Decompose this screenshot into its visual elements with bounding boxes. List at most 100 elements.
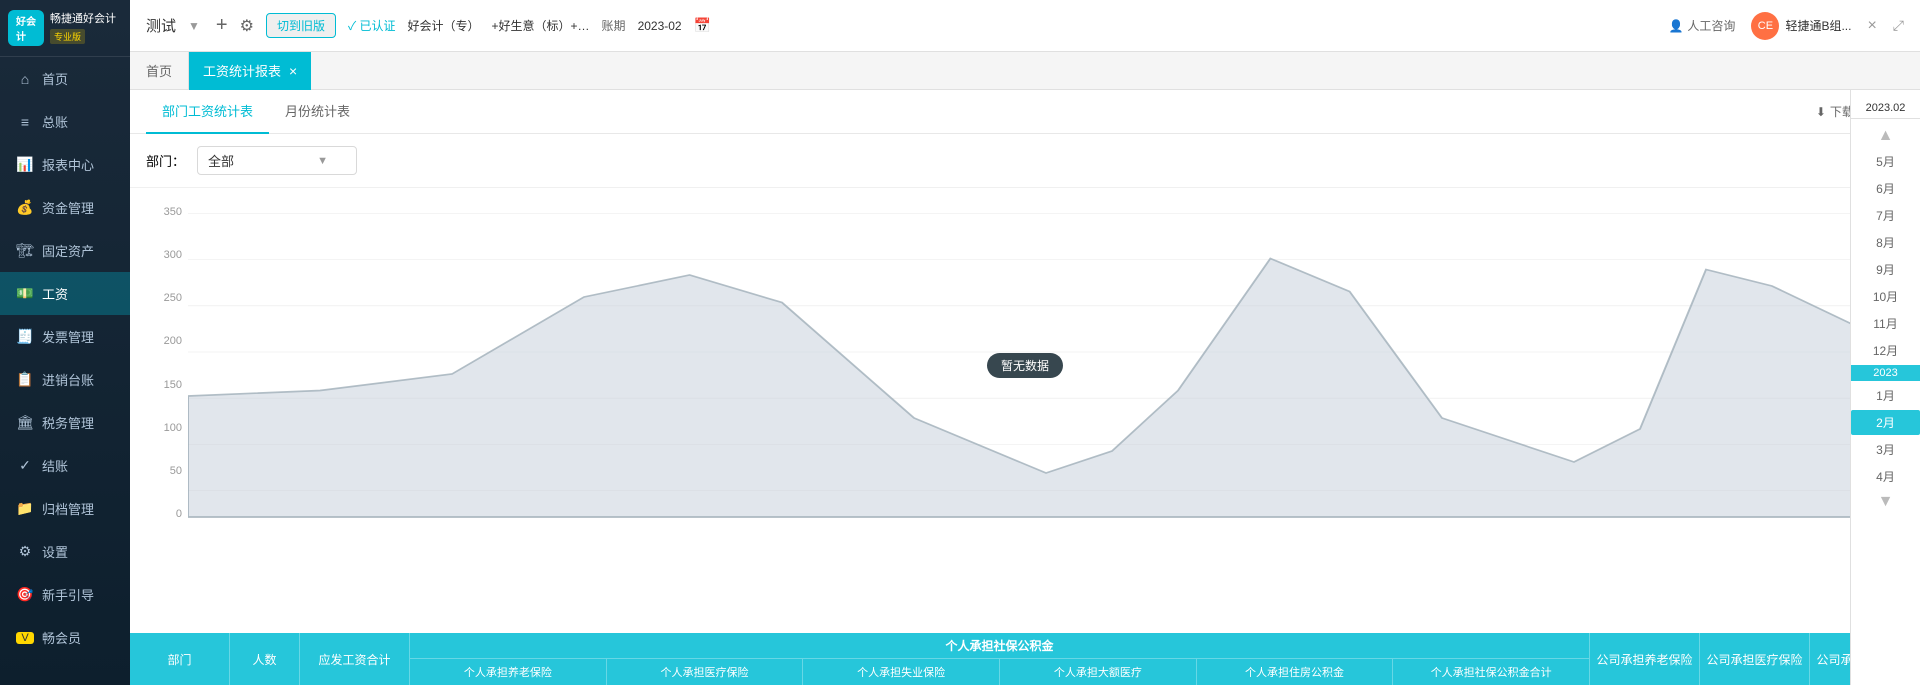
sidebar-item-capital[interactable]: 💰 资金管理 <box>0 186 130 229</box>
sidebar-label-invoice: 发票管理 <box>42 327 94 346</box>
biz-type: +好生意（标）+… <box>492 17 590 34</box>
th-group-personal-label: 个人承担社保公积金 <box>410 633 1590 659</box>
add-btn[interactable]: + <box>216 14 228 37</box>
sidebar-label-guide: 新手引导 <box>42 585 94 604</box>
sidebar-item-close[interactable]: ✓ 结账 <box>0 444 130 487</box>
avatar-initials: CE <box>1758 20 1773 32</box>
minimize-btn[interactable]: × <box>1867 17 1876 35</box>
sidebar-label-archive: 归档管理 <box>42 499 94 518</box>
dept-select[interactable]: 全部 ▼ <box>197 146 357 175</box>
table-footer: 部门 人数 应发工资合计 个人承担社保公积金 个人承担养老保险 个人承担医疗保险… <box>130 633 1920 685</box>
chart-container: 350 300 250 200 150 100 50 0 <box>146 198 1904 528</box>
sidebar-item-assets[interactable]: 🏗 固定资产 <box>0 229 130 272</box>
app-name: 畅捷通好会计 <box>50 12 116 27</box>
th-personal-pension: 个人承担养老保险 <box>410 659 607 685</box>
user-name: 轻捷通B组... <box>1785 17 1851 34</box>
month-jan-2023[interactable]: 1月 <box>1851 383 1920 408</box>
y-label-0: 0 <box>146 508 188 520</box>
tab-salary-report[interactable]: 工资统计报表 × <box>189 52 311 90</box>
tax-icon: 🏛 <box>16 414 34 431</box>
help-icon: 👤 <box>1668 19 1683 33</box>
logo-icon: 好会计 <box>8 10 44 46</box>
month-nov[interactable]: 11月 <box>1851 311 1920 336</box>
home-icon: ⌂ <box>16 71 34 87</box>
month-may[interactable]: 5月 <box>1851 149 1920 174</box>
sidebar-label-ledger: 总账 <box>42 112 68 131</box>
settings-gear-icon[interactable]: ⚙ <box>240 16 254 36</box>
guide-icon: 🎯 <box>16 586 34 603</box>
tab-home[interactable]: 首页 <box>130 52 189 90</box>
sidebar-label-capital: 资金管理 <box>42 198 94 217</box>
sidebar-label-tax: 税务管理 <box>42 413 94 432</box>
dept-select-value: 全部 <box>208 151 234 170</box>
avatar: CE <box>1751 12 1779 40</box>
y-label-50: 50 <box>146 465 188 477</box>
old-version-button[interactable]: 切到旧版 <box>266 13 336 38</box>
month-sep[interactable]: 9月 <box>1851 257 1920 282</box>
sidebar-item-sales[interactable]: 📋 进销台账 <box>0 358 130 401</box>
download-button[interactable]: ⬇ 下载 <box>1816 103 1854 120</box>
reports-icon: 📊 <box>16 156 34 173</box>
account-type: 好会计（专） <box>408 17 480 34</box>
sidebar-item-home[interactable]: ⌂ 首页 <box>0 57 130 100</box>
sidebar-label-assets: 固定资产 <box>42 241 94 260</box>
sidebar-item-member[interactable]: V 畅会员 <box>0 616 130 659</box>
member-icon: V <box>16 632 34 644</box>
sales-icon: 📋 <box>16 371 34 388</box>
sidebar-label-reports: 报表中心 <box>42 155 94 174</box>
capital-icon: 💰 <box>16 199 34 216</box>
user-menu[interactable]: CE 轻捷通B组... <box>1751 12 1851 40</box>
th-group-personal: 个人承担社保公积金 个人承担养老保险 个人承担医疗保险 个人承担失业保险 个人承… <box>410 633 1590 685</box>
y-label-350: 350 <box>146 206 188 218</box>
invoice-icon: 🧾 <box>16 328 34 345</box>
sidebar-label-salary: 工资 <box>42 284 68 303</box>
close-period-icon: ✓ <box>16 457 34 474</box>
th-personal-unemployment: 个人承担失业保险 <box>803 659 1000 685</box>
month-jul[interactable]: 7月 <box>1851 203 1920 228</box>
salary-icon: 💵 <box>16 285 34 302</box>
month-feb-2023[interactable]: 2月 <box>1851 410 1920 435</box>
help-button[interactable]: 👤 人工咨询 <box>1668 17 1735 34</box>
assets-icon: 🏗 <box>16 242 34 259</box>
sidebar-item-archive[interactable]: 📁 归档管理 <box>0 487 130 530</box>
sidebar-item-ledger[interactable]: ≡ 总账 <box>0 100 130 143</box>
nav-down-icon[interactable]: ▼ <box>1876 491 1896 513</box>
filter-row: 部门： 全部 ▼ <box>130 134 1920 188</box>
certified-badge: ✓ 已认证 <box>348 17 396 34</box>
chart-area: 350 300 250 200 150 100 50 0 <box>130 198 1920 568</box>
calendar-icon[interactable]: 📅 <box>694 17 711 34</box>
right-panel: 2023.02 ▲ 5月 6月 7月 8月 9月 10月 11月 12月 202… <box>1850 90 1920 685</box>
sidebar-item-guide[interactable]: 🎯 新手引导 <box>0 573 130 616</box>
month-dec[interactable]: 12月 <box>1851 338 1920 363</box>
sub-tab-monthly[interactable]: 月份统计表 <box>269 90 366 134</box>
sidebar-item-settings[interactable]: ⚙ 设置 <box>0 530 130 573</box>
month-aug[interactable]: 8月 <box>1851 230 1920 255</box>
sidebar: 好会计 畅捷通好会计 专业版 ⌂ 首页 ≡ 总账 📊 报表中心 💰 资金管理 🏗… <box>0 0 130 685</box>
sidebar-item-tax[interactable]: 🏛 税务管理 <box>0 401 130 444</box>
chart-tooltip: 暂无数据 <box>987 353 1063 378</box>
sub-tab-monthly-label: 月份统计表 <box>285 101 350 120</box>
month-jun[interactable]: 6月 <box>1851 176 1920 201</box>
sidebar-item-salary[interactable]: 💵 工资 <box>0 272 130 315</box>
month-apr-2023[interactable]: 4月 <box>1851 464 1920 489</box>
year-2023[interactable]: 2023 <box>1851 365 1920 381</box>
nav-up-icon[interactable]: ▲ <box>1876 125 1896 147</box>
maximize-btn[interactable]: ⤢ <box>1893 17 1904 34</box>
th-dept: 部门 <box>130 633 230 685</box>
sidebar-item-invoice[interactable]: 🧾 发票管理 <box>0 315 130 358</box>
right-panel-date: 2023.02 <box>1851 98 1920 119</box>
sidebar-label-settings: 设置 <box>42 542 68 561</box>
sidebar-item-reports[interactable]: 📊 报表中心 <box>0 143 130 186</box>
month-mar-2023[interactable]: 3月 <box>1851 437 1920 462</box>
tab-close-icon[interactable]: × <box>289 63 297 79</box>
project-dropdown-icon[interactable]: ▼ <box>188 19 200 33</box>
y-label-250: 250 <box>146 292 188 304</box>
th-total-salary: 应发工资合计 <box>300 633 410 685</box>
sidebar-label-home: 首页 <box>42 69 68 88</box>
tabs-bar: 首页 工资统计报表 × <box>130 52 1920 90</box>
month-oct[interactable]: 10月 <box>1851 284 1920 309</box>
sub-tab-dept-salary[interactable]: 部门工资统计表 <box>146 90 269 134</box>
tab-home-label: 首页 <box>146 61 172 80</box>
help-label: 人工咨询 <box>1687 17 1735 34</box>
ledger-icon: ≡ <box>16 114 34 130</box>
